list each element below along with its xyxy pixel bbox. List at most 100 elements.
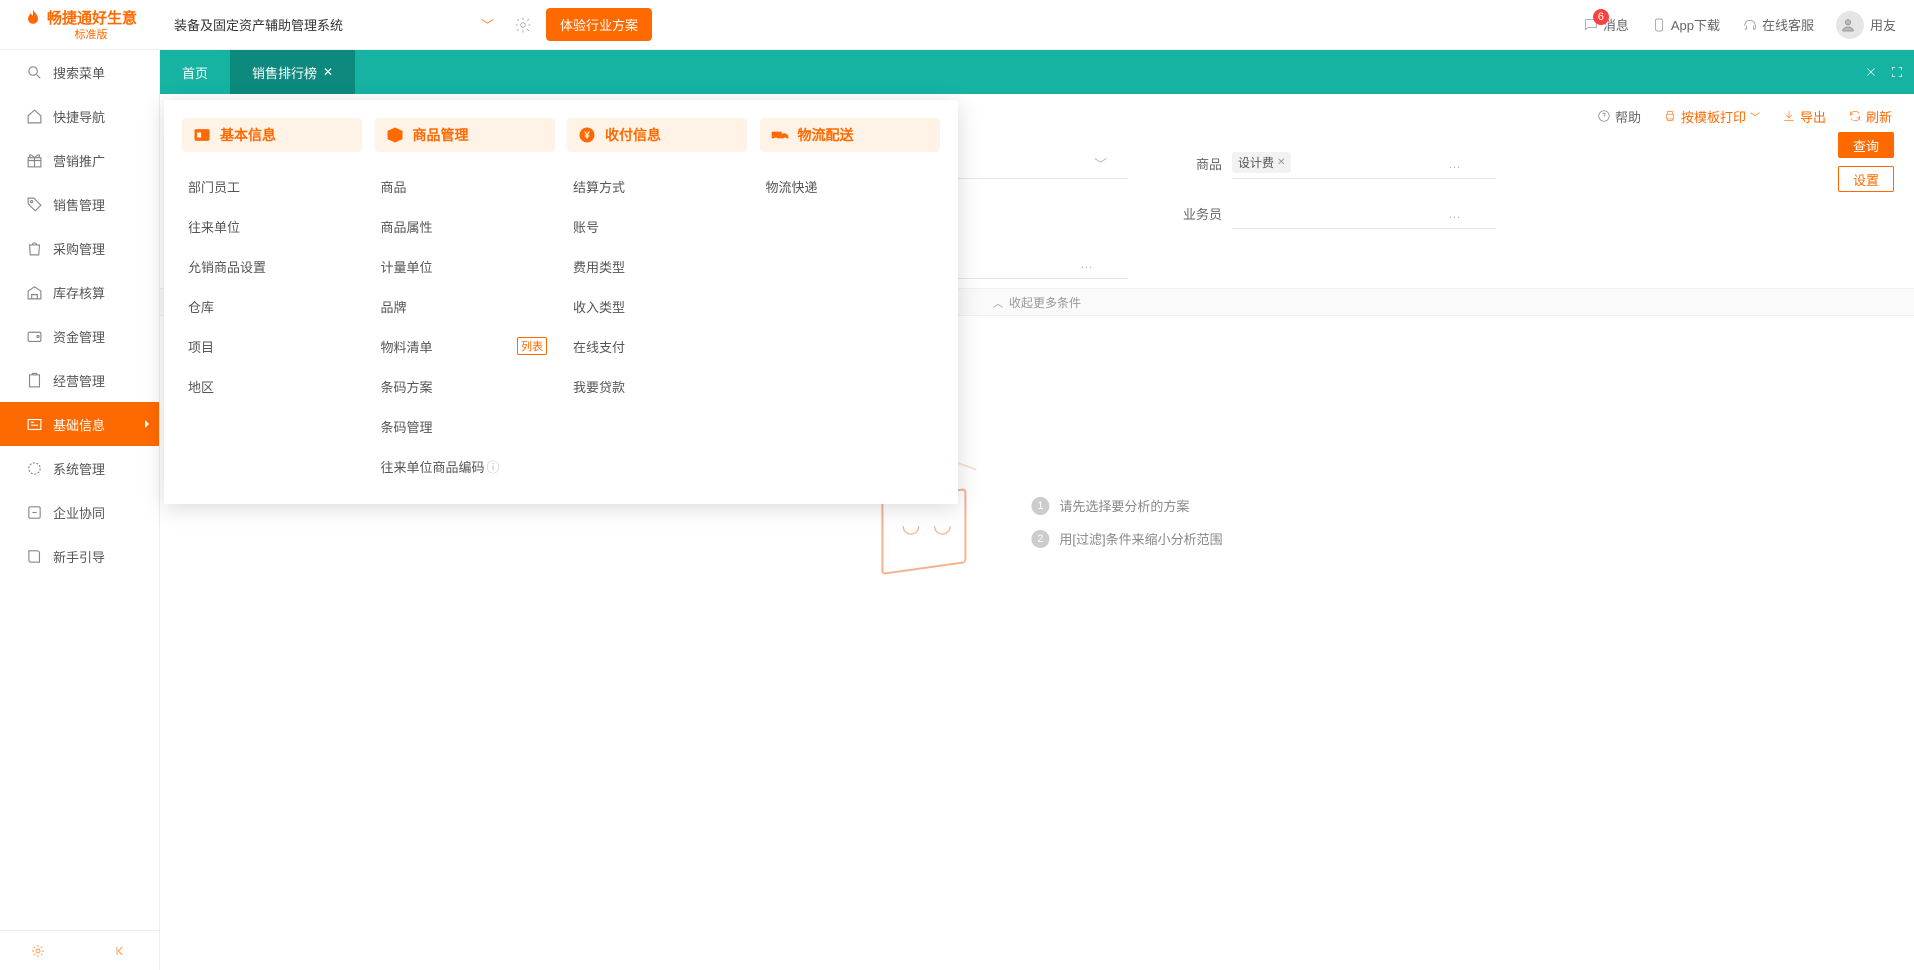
sidebar-item-marketing[interactable]: 营销推广 <box>0 138 159 182</box>
tab-home[interactable]: 首页 <box>160 50 230 94</box>
empty-line-2: 用[过滤]条件来缩小分析范围 <box>1059 529 1222 548</box>
print-button[interactable]: 按模板打印﹀ <box>1663 107 1760 126</box>
mega-item[interactable]: 费用类型 <box>567 246 760 286</box>
sidebar-item-quicknav[interactable]: 快捷导航 <box>0 94 159 138</box>
sidebar-item-inventory[interactable]: 库存核算 <box>0 270 159 314</box>
chevron-down-icon: ﹀ <box>1750 109 1760 124</box>
sidebar-item-search[interactable]: 搜索菜单 <box>0 50 159 94</box>
export-icon <box>1782 109 1796 123</box>
mega-item[interactable]: 仓库 <box>182 286 375 326</box>
chevron-down-icon: ﹀ <box>481 15 494 34</box>
mega-head-payment: ¥收付信息 <box>567 118 747 152</box>
mega-head-product: 商品管理 <box>375 118 555 152</box>
mega-item[interactable]: 账号 <box>567 206 760 246</box>
mega-item[interactable]: 我要贷款 <box>567 366 760 406</box>
collapse-icon[interactable] <box>113 943 129 959</box>
step-badge-2: 2 <box>1031 530 1049 548</box>
sidebar-footer <box>0 930 159 970</box>
sidebar-item-finance[interactable]: 资金管理 <box>0 314 159 358</box>
mega-item[interactable]: 结算方式 <box>567 166 760 206</box>
settings-button[interactable] <box>514 16 532 34</box>
sidebar-item-sales[interactable]: 销售管理 <box>0 182 159 226</box>
print-icon <box>1663 109 1677 123</box>
tab-sales-ranking[interactable]: 销售排行榜 ✕ <box>230 50 355 94</box>
sidebar-item-basic-info[interactable]: 基础信息 <box>0 402 159 446</box>
sidebar-item-guide[interactable]: 新手引导 <box>0 534 159 578</box>
gear-icon <box>514 16 532 34</box>
question-icon[interactable]: ⓘ <box>487 457 500 476</box>
app-name: 畅捷通好生意 <box>47 7 137 28</box>
close-icon[interactable]: ✕ <box>323 65 333 79</box>
link-icon <box>26 504 43 521</box>
mega-menu: 基本信息 部门员工 往来单位 允销商品设置 仓库 项目 地区 商品管理 商品 商… <box>164 100 958 504</box>
mega-item[interactable]: 在线支付 <box>567 326 760 366</box>
mega-col-payment: ¥收付信息 结算方式 账号 费用类型 收入类型 在线支付 我要贷款 <box>567 118 760 486</box>
mega-item[interactable]: 部门员工 <box>182 166 375 206</box>
caret-right-icon <box>145 420 149 428</box>
truck-icon <box>770 125 790 145</box>
sidebar: 搜索菜单 快捷导航 营销推广 销售管理 采购管理 库存核算 资金管理 经营管理 … <box>0 50 160 970</box>
sidebar-item-collab[interactable]: 企业协同 <box>0 490 159 534</box>
money-icon: ¥ <box>577 125 597 145</box>
product-label: 商品 <box>1158 154 1228 173</box>
sidebar-item-purchase[interactable]: 采购管理 <box>0 226 159 270</box>
close-all-icon[interactable] <box>1864 65 1878 79</box>
industry-solution-button[interactable]: 体验行业方案 <box>546 8 652 41</box>
box-icon <box>385 125 405 145</box>
avatar-icon <box>1836 11 1864 39</box>
tag-icon <box>26 196 43 213</box>
sidebar-item-operation[interactable]: 经营管理 <box>0 358 159 402</box>
product-tag: 设计费✕ <box>1232 152 1291 173</box>
book-icon <box>26 548 43 565</box>
settings-button[interactable]: 设置 <box>1838 166 1894 192</box>
mega-item[interactable]: 商品属性 <box>375 206 568 246</box>
mega-item[interactable]: 收入类型 <box>567 286 760 326</box>
org-selector[interactable]: 装备及固定资产辅助管理系统 ﹀ <box>174 15 494 34</box>
mega-item[interactable]: 地区 <box>182 366 375 406</box>
help-button[interactable]: 帮助 <box>1597 107 1641 126</box>
clipboard-icon <box>26 372 43 389</box>
mega-item[interactable]: 允销商品设置 <box>182 246 375 286</box>
phone-icon <box>1651 17 1667 33</box>
card-icon <box>26 416 43 433</box>
mega-head-basic: 基本信息 <box>182 118 362 152</box>
edition-label: 标准版 <box>75 26 108 42</box>
mega-item[interactable]: 物流快递 <box>760 166 953 206</box>
mega-item[interactable]: 品牌 <box>375 286 568 326</box>
question-icon <box>1597 109 1611 123</box>
id-card-icon <box>192 125 212 145</box>
step-badge-1: 1 <box>1031 497 1049 515</box>
gear-icon[interactable] <box>30 943 46 959</box>
mega-item[interactable]: 条码方案 <box>375 366 568 406</box>
refresh-button[interactable]: 刷新 <box>1848 107 1892 126</box>
bag-icon <box>26 240 43 257</box>
user-menu[interactable]: 用友 <box>1836 11 1896 39</box>
mega-item[interactable]: 计量单位 <box>375 246 568 286</box>
headset-icon <box>1742 17 1758 33</box>
sales-label: 业务员 <box>1158 204 1228 223</box>
mega-item-bom[interactable]: 物料清单列表 <box>375 326 568 366</box>
app-logo: 畅捷通好生意 标准版 <box>0 7 160 42</box>
empty-line-1: 请先选择要分析的方案 <box>1059 496 1189 515</box>
fullscreen-icon[interactable] <box>1890 65 1904 79</box>
list-tag[interactable]: 列表 <box>517 337 547 355</box>
mega-item[interactable]: 往来单位 <box>182 206 375 246</box>
mega-item-partner-code[interactable]: 往来单位商品编码ⓘ <box>375 446 568 486</box>
mega-item[interactable]: 商品 <box>375 166 568 206</box>
app-download-link[interactable]: App下载 <box>1651 15 1720 34</box>
app-header: 畅捷通好生意 标准版 装备及固定资产辅助管理系统 ﹀ 体验行业方案 6 消息 A… <box>0 0 1914 50</box>
more-icon[interactable]: … <box>1448 156 1463 171</box>
search-icon <box>26 64 43 81</box>
remove-tag-icon[interactable]: ✕ <box>1277 157 1285 168</box>
home-icon <box>26 108 43 125</box>
more-icon[interactable]: … <box>1448 206 1463 221</box>
messages-link[interactable]: 6 消息 <box>1583 15 1629 34</box>
export-button[interactable]: 导出 <box>1782 107 1826 126</box>
online-service-link[interactable]: 在线客服 <box>1742 15 1814 34</box>
mega-item[interactable]: 项目 <box>182 326 375 366</box>
query-button[interactable]: 查询 <box>1838 132 1894 158</box>
gift-icon <box>26 152 43 169</box>
mega-item[interactable]: 条码管理 <box>375 406 568 446</box>
more-icon[interactable]: … <box>1080 256 1095 271</box>
sidebar-item-system[interactable]: 系统管理 <box>0 446 159 490</box>
